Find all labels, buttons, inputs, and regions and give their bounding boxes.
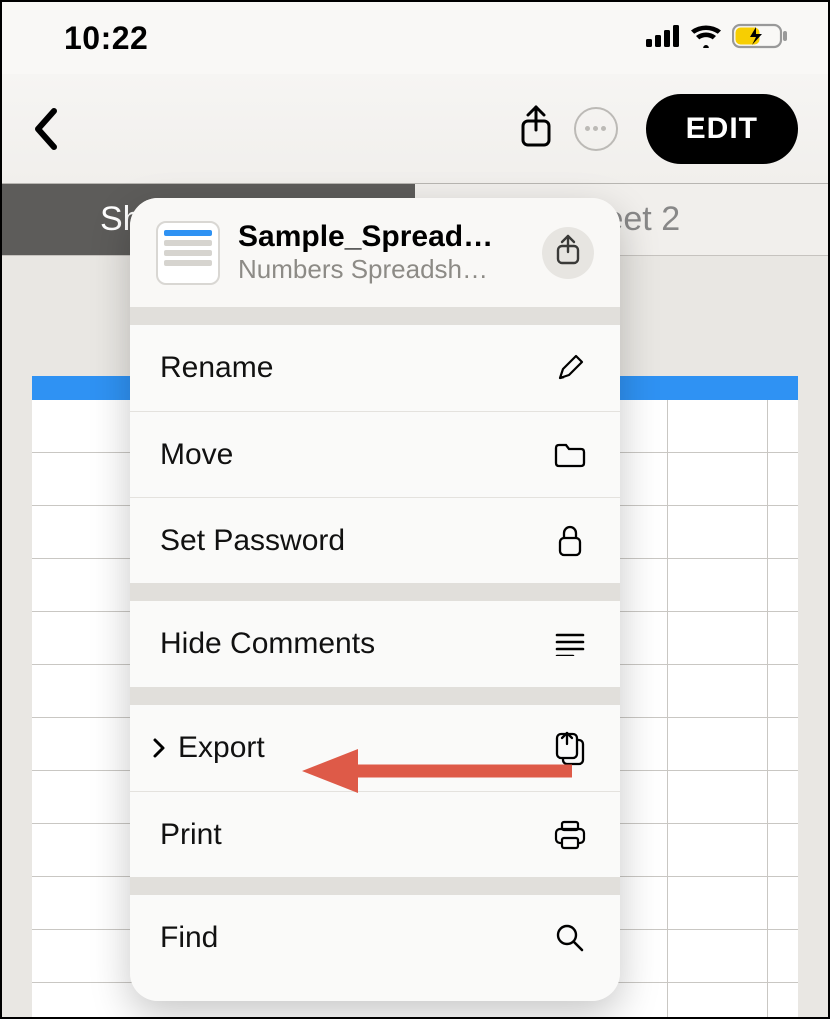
- document-title: Sample_Spread…: [238, 220, 524, 254]
- menu-item-rename[interactable]: Rename: [130, 325, 620, 411]
- popover-header: Sample_Spread… Numbers Spreadsh…: [130, 198, 620, 307]
- back-button[interactable]: [32, 108, 92, 150]
- cellular-icon: [646, 25, 680, 52]
- printer-icon: [550, 815, 590, 855]
- wifi-icon: [690, 24, 722, 53]
- ellipsis-icon: [574, 107, 618, 151]
- menu-item-export[interactable]: Export: [130, 705, 620, 791]
- chevron-right-icon: [146, 737, 172, 759]
- more-button[interactable]: [566, 99, 626, 159]
- document-thumbnail: [156, 221, 220, 285]
- menu-item-label: Hide Comments: [160, 627, 375, 661]
- menu-item-move[interactable]: Move: [130, 411, 620, 497]
- status-time: 10:22: [64, 20, 148, 57]
- lines-icon: [550, 624, 590, 664]
- lock-icon: [550, 521, 590, 561]
- document-subtitle: Numbers Spreadsh…: [238, 254, 524, 285]
- menu-item-label: Set Password: [160, 524, 345, 558]
- status-right: [646, 23, 788, 54]
- menu-item-hide-comments[interactable]: Hide Comments: [130, 601, 620, 687]
- document-actions-popover: Sample_Spread… Numbers Spreadsh… Rename …: [130, 198, 620, 1001]
- pencil-icon: [550, 348, 590, 388]
- share-button[interactable]: [506, 99, 566, 159]
- folder-icon: [550, 435, 590, 475]
- menu-item-label: Move: [160, 438, 233, 472]
- edit-button[interactable]: EDIT: [646, 94, 798, 164]
- menu-item-print[interactable]: Print: [130, 791, 620, 877]
- popover-share-button[interactable]: [542, 227, 594, 279]
- menu-item-label: Find: [160, 921, 218, 955]
- toolbar: EDIT: [2, 74, 828, 184]
- battery-charging-icon: [732, 23, 788, 54]
- search-icon: [550, 918, 590, 958]
- menu-item-find[interactable]: Find: [130, 895, 620, 981]
- export-documents-icon: [550, 728, 590, 768]
- menu-item-label: Print: [160, 818, 222, 852]
- share-icon: [555, 234, 581, 271]
- share-icon: [518, 104, 554, 153]
- menu-item-set-password[interactable]: Set Password: [130, 497, 620, 583]
- menu-item-label: Export: [178, 731, 265, 765]
- status-bar: 10:22: [2, 2, 828, 74]
- menu-item-label: Rename: [160, 351, 273, 385]
